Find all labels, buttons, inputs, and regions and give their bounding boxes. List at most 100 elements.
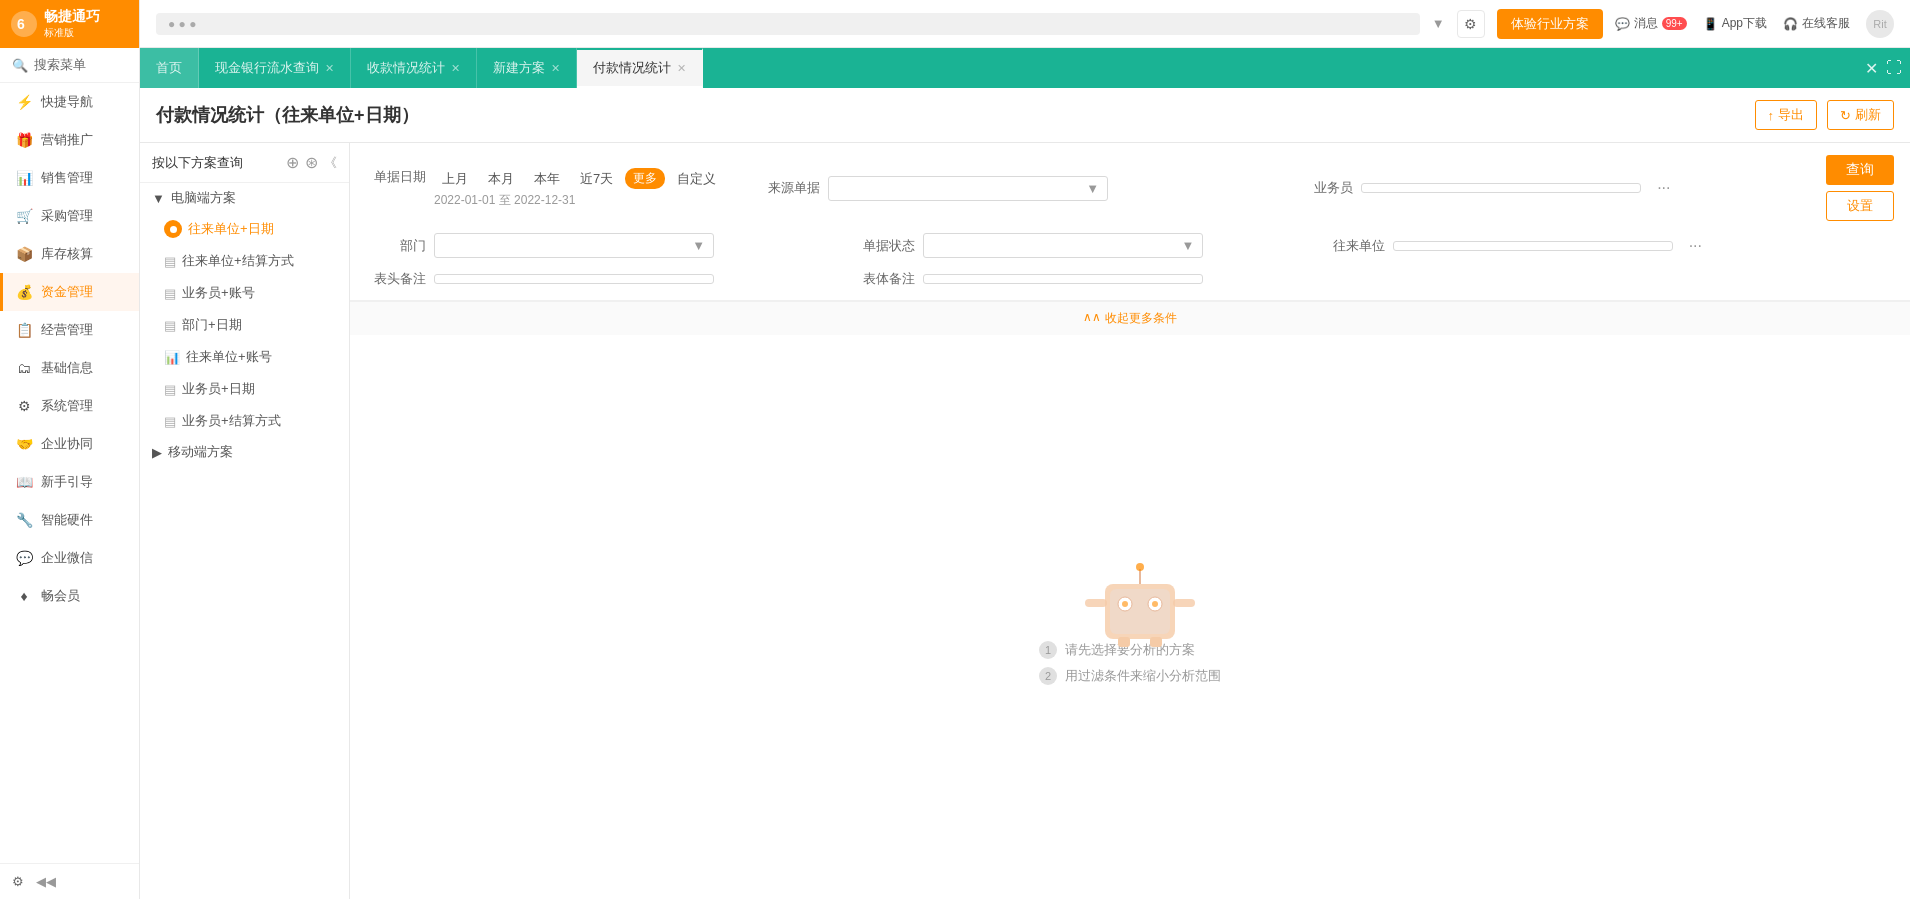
- date-7days[interactable]: 近7天: [572, 168, 621, 190]
- sidebar-item-marketing[interactable]: 🎁 营销推广: [0, 121, 139, 159]
- dept-select[interactable]: ▼: [434, 233, 714, 258]
- date-custom[interactable]: 自定义: [669, 168, 724, 190]
- tab-cashflow[interactable]: 现金银行流水查询 ✕: [199, 48, 351, 88]
- tab-home[interactable]: 首页: [140, 48, 199, 88]
- tab-maximize-btn[interactable]: ⛶: [1886, 59, 1902, 77]
- sidebar-logo: 6 畅捷通巧 标准版: [0, 0, 139, 48]
- tab-bar: 首页 现金银行流水查询 ✕ 收款情况统计 ✕ 新建方案 ✕ 付款情况统计 ✕ ✕…: [140, 48, 1910, 88]
- sidebar-item-inventory[interactable]: 📦 库存核算: [0, 235, 139, 273]
- tip-text-2: 用过滤条件来缩小分析范围: [1065, 667, 1221, 685]
- mobile-group-label: 移动端方案: [168, 443, 233, 461]
- user-avatar[interactable]: Rit: [1866, 10, 1894, 38]
- page-header: 付款情况统计（往来单位+日期） ↑ 导出 ↻ 刷新: [140, 88, 1910, 143]
- purchase-icon: 🛒: [15, 207, 33, 225]
- voucher-status-select[interactable]: ▼: [923, 233, 1203, 258]
- sidebar-item-enterprise[interactable]: 🤝 企业协同: [0, 425, 139, 463]
- sidebar-item-capital[interactable]: 💰 资金管理: [0, 273, 139, 311]
- collapse-arrow-icon: ∧∧: [1083, 310, 1101, 327]
- counterpart-label: 往来单位: [1325, 237, 1385, 255]
- date-range-text: 2022-01-01 至 2022-12-31: [434, 192, 724, 209]
- counterpart-input[interactable]: [1393, 241, 1673, 251]
- tab-cashflow-close[interactable]: ✕: [325, 62, 334, 75]
- sidebar-item-basic[interactable]: 🗂 基础信息: [0, 349, 139, 387]
- desktop-group-label: 电脑端方案: [171, 189, 236, 207]
- table-header-note-input[interactable]: [434, 274, 714, 284]
- sidebar-item-wechat[interactable]: 💬 企业微信: [0, 539, 139, 577]
- svg-rect-3: [1110, 589, 1170, 634]
- app-name: 畅捷通巧: [44, 8, 100, 26]
- sidebar-item-sales[interactable]: 📊 销售管理: [0, 159, 139, 197]
- sidebar-item-hardware[interactable]: 🔧 智能硬件: [0, 501, 139, 539]
- sidebar-item-label: 快捷导航: [41, 93, 93, 111]
- staff-input[interactable]: [1361, 183, 1641, 193]
- manage-scheme-btn[interactable]: ⊛: [305, 153, 318, 172]
- main-area: ● ● ● ▼ ⚙ 体验行业方案 💬 消息 99+ 📱 App下载 🎧 在线客服: [140, 0, 1910, 899]
- search-icon: 🔍: [12, 58, 28, 73]
- trial-btn[interactable]: 体验行业方案: [1497, 9, 1603, 39]
- search-menu[interactable]: 🔍 搜索菜单: [0, 48, 139, 83]
- empty-state: 1 请先选择要分析的方案 2 用过滤条件来缩小分析范围: [350, 335, 1910, 899]
- table-header-note-label: 表头备注: [366, 270, 426, 288]
- dropdown-icon[interactable]: ▼: [1432, 16, 1445, 31]
- collapse-sidebar-icon[interactable]: ◀◀: [36, 874, 56, 889]
- tab-receipts[interactable]: 收款情况统计 ✕: [351, 48, 477, 88]
- tab-newscheme-close[interactable]: ✕: [551, 62, 560, 75]
- svg-rect-10: [1118, 637, 1130, 647]
- sidebar-item-purchase[interactable]: 🛒 采购管理: [0, 197, 139, 235]
- active-radio: [164, 220, 182, 238]
- sidebar-item-system[interactable]: ⚙ 系统管理: [0, 387, 139, 425]
- settings-icon[interactable]: ⚙: [12, 874, 24, 889]
- online-service-btn[interactable]: 🎧 在线客服: [1783, 15, 1850, 32]
- sidebar-item-label: 基础信息: [41, 359, 93, 377]
- messages-btn[interactable]: 💬 消息 99+: [1615, 15, 1687, 32]
- tab-receipts-close[interactable]: ✕: [451, 62, 460, 75]
- tab-payments[interactable]: 付款情况统计 ✕: [577, 48, 703, 88]
- source-voucher-select[interactable]: ▼: [828, 176, 1108, 201]
- mobile-group-title[interactable]: ▶ 移动端方案: [140, 437, 349, 467]
- date-this-month[interactable]: 本月: [480, 168, 522, 190]
- sidebar-item-operation[interactable]: 📋 经营管理: [0, 311, 139, 349]
- scheme-item-staff-date[interactable]: ▤ 业务员+日期: [140, 373, 349, 405]
- tab-payments-close[interactable]: ✕: [677, 62, 686, 75]
- desktop-group-title[interactable]: ▼ 电脑端方案: [140, 183, 349, 213]
- scheme-label: 业务员+结算方式: [182, 412, 281, 430]
- svg-rect-13: [1173, 599, 1195, 607]
- date-last-month[interactable]: 上月: [434, 168, 476, 190]
- collapse-panel-btn[interactable]: 《: [324, 154, 337, 172]
- messages-badge: 99+: [1662, 17, 1687, 30]
- scheme-item-unit-settlement[interactable]: ▤ 往来单位+结算方式: [140, 245, 349, 277]
- select-arrow-icon: ▼: [692, 238, 705, 253]
- sidebar-item-quicknav[interactable]: ⚡ 快捷导航: [0, 83, 139, 121]
- setting-btn[interactable]: 设置: [1826, 191, 1894, 221]
- sidebar-item-member[interactable]: ♦ 畅会员: [0, 577, 139, 615]
- date-this-year[interactable]: 本年: [526, 168, 568, 190]
- table-body-note-label: 表体备注: [855, 270, 915, 288]
- app-download-btn[interactable]: 📱 App下载: [1703, 15, 1767, 32]
- query-btn[interactable]: 查询: [1826, 155, 1894, 185]
- scheme-item-staff-account[interactable]: ▤ 业务员+账号: [140, 277, 349, 309]
- voucher-date-label: 单据日期: [366, 168, 426, 186]
- sidebar-item-guide[interactable]: 📖 新手引导: [0, 463, 139, 501]
- refresh-btn[interactable]: ↻ 刷新: [1827, 100, 1894, 130]
- scheme-item-staff-settlement[interactable]: ▤ 业务员+结算方式: [140, 405, 349, 437]
- date-more[interactable]: 更多: [625, 168, 665, 189]
- scheme-panel-actions: ⊕ ⊛: [286, 153, 318, 172]
- service-icon: 🎧: [1783, 17, 1798, 31]
- scheme-item-unit-account[interactable]: 📊 往来单位+账号: [140, 341, 349, 373]
- collapse-more-btn[interactable]: ∧∧ 收起更多条件: [350, 301, 1910, 335]
- table-body-note-input[interactable]: [923, 274, 1203, 284]
- tab-newscheme[interactable]: 新建方案 ✕: [477, 48, 577, 88]
- staff-dots[interactable]: ···: [1657, 179, 1670, 197]
- export-btn[interactable]: ↑ 导出: [1755, 100, 1818, 130]
- tab-cashflow-label: 现金银行流水查询: [215, 59, 319, 77]
- counterpart-dots[interactable]: ···: [1689, 237, 1702, 255]
- scheme-item-unit-date[interactable]: 往来单位+日期: [140, 213, 349, 245]
- settings-button[interactable]: ⚙: [1457, 10, 1485, 38]
- add-scheme-btn[interactable]: ⊕: [286, 153, 299, 172]
- scheme-icon: ▤: [164, 382, 176, 397]
- tab-close-all-btn[interactable]: ✕: [1865, 59, 1878, 78]
- svg-text:6: 6: [17, 16, 25, 32]
- scheme-item-dept-date[interactable]: ▤ 部门+日期: [140, 309, 349, 341]
- tab-bar-right: ✕ ⛶: [1857, 48, 1910, 88]
- scheme-label: 业务员+日期: [182, 380, 255, 398]
